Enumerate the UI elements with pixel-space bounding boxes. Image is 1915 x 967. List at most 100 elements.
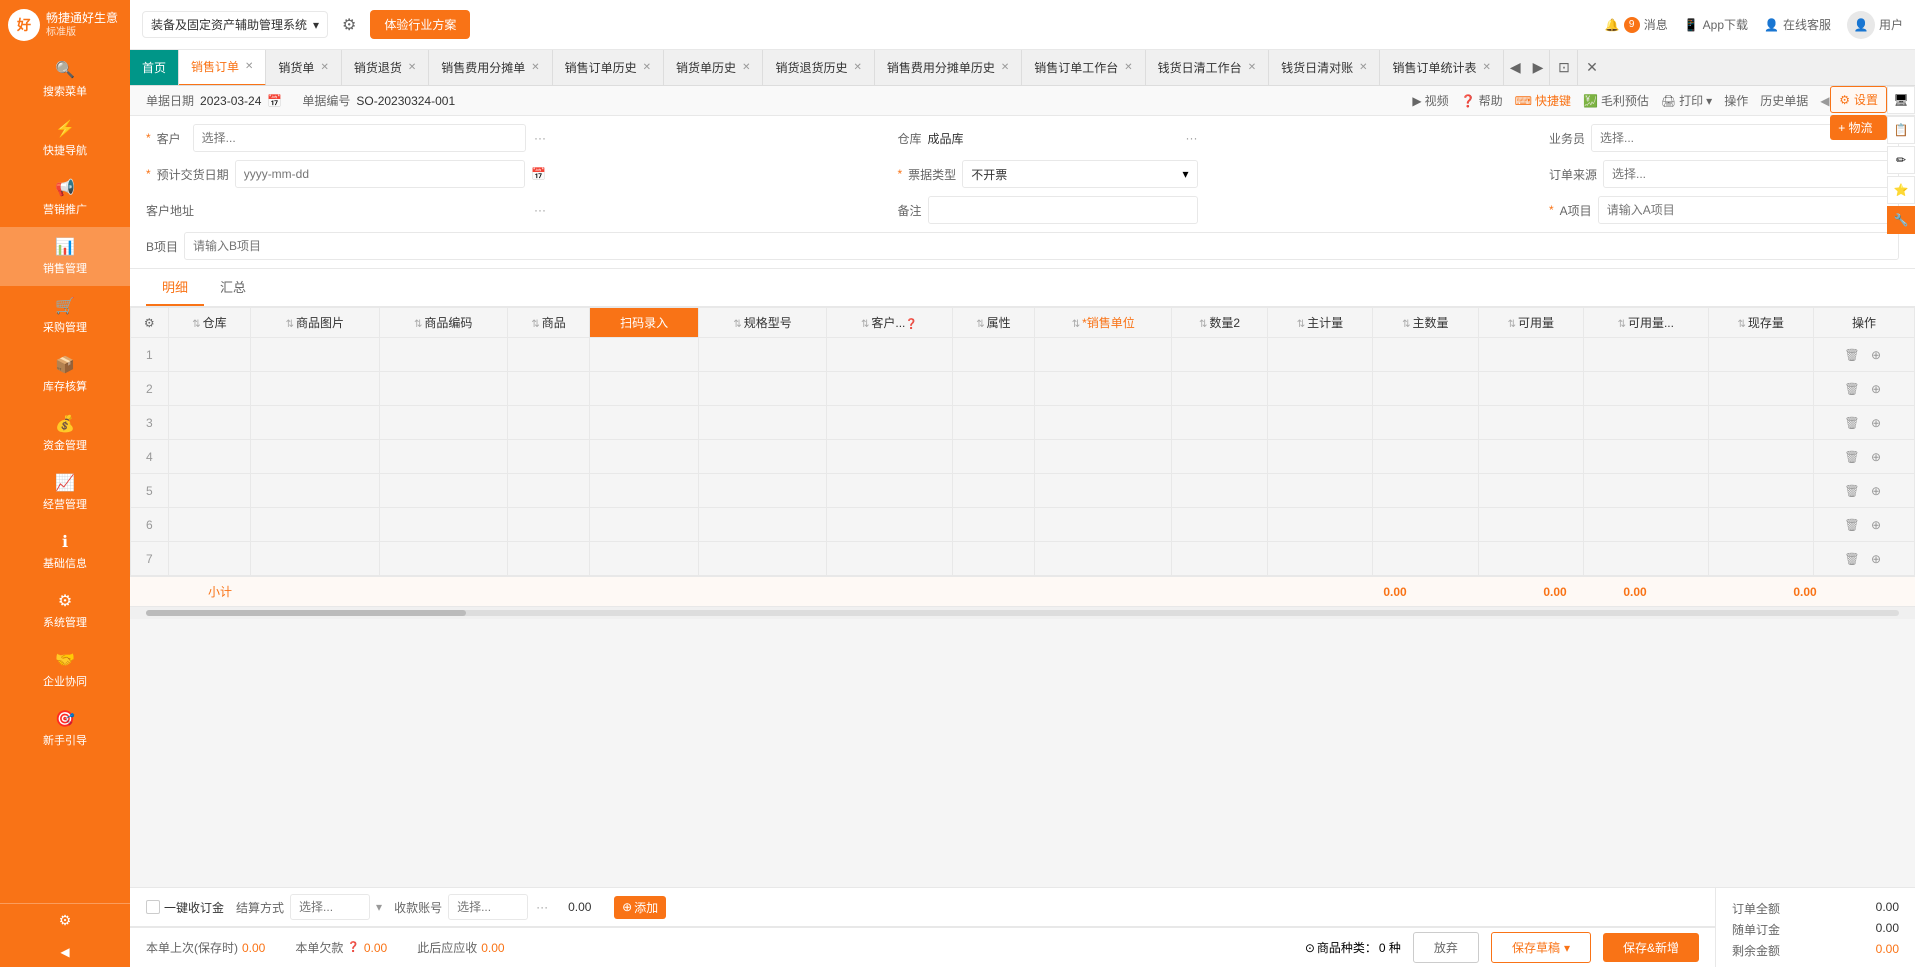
shortcut-action[interactable]: ⌨ 快捷键 bbox=[1515, 92, 1571, 109]
operation-action[interactable]: 操作 bbox=[1724, 92, 1748, 109]
notification-item[interactable]: 🔔 9 消息 bbox=[1605, 16, 1668, 33]
sidebar-item-search[interactable]: 🔍 搜索菜单 bbox=[0, 50, 130, 109]
tab-sales-order-history[interactable]: 销售订单历史 ✕ bbox=[553, 50, 664, 86]
profit-action[interactable]: 💹 毛利预估 bbox=[1583, 92, 1649, 109]
tab-close-icon[interactable]: ✕ bbox=[320, 62, 328, 73]
tab-sales-expense[interactable]: 销售费用分摊单 ✕ bbox=[429, 50, 552, 86]
row-delete-btn-5[interactable]: 🗑 bbox=[1842, 481, 1862, 501]
row-copy-btn-7[interactable]: ⊕ bbox=[1866, 549, 1886, 569]
row-copy-btn-6[interactable]: ⊕ bbox=[1866, 515, 1886, 535]
row-delete-btn-1[interactable]: 🗑 bbox=[1842, 345, 1862, 365]
tab-close-icon[interactable]: ✕ bbox=[643, 62, 651, 73]
sidebar-item-operations[interactable]: 📈 经营管理 bbox=[0, 463, 130, 522]
tab-close-icon[interactable]: ✕ bbox=[1001, 62, 1009, 73]
discard-button[interactable]: 放弃 bbox=[1413, 932, 1479, 963]
sidebar-item-sales[interactable]: 📊 销售管理 bbox=[0, 227, 130, 286]
account-more-icon[interactable]: ··· bbox=[536, 900, 548, 914]
order-source-input[interactable] bbox=[1603, 160, 1899, 188]
user-item[interactable]: 👤 用户 bbox=[1847, 11, 1903, 39]
invoice-type-select[interactable]: 不开票 ▾ bbox=[962, 160, 1197, 188]
right-panel-screen-icon[interactable]: 🖥 bbox=[1887, 86, 1915, 114]
row-copy-btn-1[interactable]: ⊕ bbox=[1866, 345, 1886, 365]
tab-nav-prev[interactable]: ◀ bbox=[1504, 50, 1527, 86]
tab-sales-return[interactable]: 销货退货 ✕ bbox=[342, 50, 429, 86]
tab-nav-next[interactable]: ▶ bbox=[1527, 50, 1550, 86]
right-panel-tool-icon[interactable]: 🔧 bbox=[1887, 206, 1915, 234]
settings-gear-icon[interactable]: ⚙ bbox=[338, 11, 360, 39]
tab-sales-order[interactable]: 销售订单 ✕ bbox=[179, 50, 266, 86]
th-scan-enter[interactable]: 扫码录入 bbox=[590, 308, 699, 338]
tab-sales-slip[interactable]: 销货单 ✕ bbox=[266, 50, 341, 86]
tab-cash-reconcile[interactable]: 钱货日清对账 ✕ bbox=[1269, 50, 1380, 86]
history-action[interactable]: 历史单据 bbox=[1760, 92, 1808, 109]
sidebar-collapse-btn[interactable]: ◀ bbox=[0, 937, 130, 967]
tab-close-icon[interactable]: ✕ bbox=[1483, 62, 1491, 73]
right-panel-star-icon[interactable]: ⭐ bbox=[1887, 176, 1915, 204]
customer-input[interactable] bbox=[193, 124, 526, 152]
add-logistics-button[interactable]: + 物流 bbox=[1830, 115, 1887, 140]
one-click-pay-checkbox[interactable]: 一键收订金 bbox=[146, 899, 224, 916]
sidebar-item-purchase[interactable]: 🛒 采购管理 bbox=[0, 286, 130, 345]
scrollbar-thumb[interactable] bbox=[146, 610, 466, 616]
settings-button[interactable]: ⚙ 设置 bbox=[1830, 86, 1887, 113]
row-copy-btn-3[interactable]: ⊕ bbox=[1866, 413, 1886, 433]
sidebar-item-basic-info[interactable]: ℹ 基础信息 bbox=[0, 522, 130, 581]
tab-expense-history[interactable]: 销售费用分摊单历史 ✕ bbox=[875, 50, 1022, 86]
tab-close-icon[interactable]: ✕ bbox=[408, 62, 416, 73]
tab-close-icon[interactable]: ✕ bbox=[1248, 62, 1256, 73]
right-panel-clipboard-icon[interactable]: 📋 bbox=[1887, 116, 1915, 144]
payment-method-dropdown[interactable]: ▾ bbox=[376, 900, 382, 914]
gear-col-icon[interactable]: ⚙ bbox=[144, 316, 155, 330]
tab-sales-workbench[interactable]: 销售订单工作台 ✕ bbox=[1022, 50, 1145, 86]
tab-detail[interactable]: 明细 bbox=[146, 269, 204, 306]
sidebar-item-finance[interactable]: 💰 资金管理 bbox=[0, 404, 130, 463]
tab-summary[interactable]: 汇总 bbox=[204, 269, 262, 306]
tab-close-icon[interactable]: ✕ bbox=[245, 61, 253, 72]
account-input[interactable] bbox=[448, 894, 528, 920]
tab-close-icon[interactable]: ✕ bbox=[742, 62, 750, 73]
tab-action-close[interactable]: ✕ bbox=[1577, 50, 1605, 86]
row-delete-btn-3[interactable]: 🗑 bbox=[1842, 413, 1862, 433]
row-copy-btn-2[interactable]: ⊕ bbox=[1866, 379, 1886, 399]
row-copy-btn-5[interactable]: ⊕ bbox=[1866, 481, 1886, 501]
tab-action-maximize[interactable]: ⊡ bbox=[1549, 50, 1577, 86]
amount-help-icon[interactable]: ❓ bbox=[347, 942, 359, 953]
save-draft-button[interactable]: 保存草稿 ▾ bbox=[1491, 932, 1591, 963]
industry-solution-button[interactable]: 体验行业方案 bbox=[370, 10, 470, 39]
app-selector[interactable]: 装备及固定资产辅助管理系统 ▾ bbox=[142, 11, 328, 38]
sidebar-item-quick-nav[interactable]: ⚡ 快捷导航 bbox=[0, 109, 130, 168]
sidebar-item-system[interactable]: ⚙ 系统管理 bbox=[0, 581, 130, 640]
row-delete-btn-6[interactable]: 🗑 bbox=[1842, 515, 1862, 535]
view-action[interactable]: ▶ 视频 bbox=[1412, 92, 1448, 109]
row-delete-btn-4[interactable]: 🗑 bbox=[1842, 447, 1862, 467]
calendar2-icon[interactable]: 📅 bbox=[531, 167, 546, 181]
sidebar-item-inventory[interactable]: 📦 库存核算 bbox=[0, 345, 130, 404]
sidebar-settings[interactable]: ⚙ bbox=[0, 904, 130, 937]
th-gear[interactable]: ⚙ bbox=[131, 308, 169, 338]
payment-method-select[interactable] bbox=[290, 894, 370, 920]
b-project-input[interactable] bbox=[184, 232, 1899, 260]
tab-cash-workbench[interactable]: 钱货日清工作台 ✕ bbox=[1146, 50, 1269, 86]
address-more-icon[interactable]: ··· bbox=[534, 203, 546, 217]
row-delete-btn-2[interactable]: 🗑 bbox=[1842, 379, 1862, 399]
row-delete-btn-7[interactable]: 🗑 bbox=[1842, 549, 1862, 569]
tab-return-history[interactable]: 销货退货历史 ✕ bbox=[763, 50, 874, 86]
print-action[interactable]: 🖨 打印 ▾ bbox=[1661, 92, 1712, 109]
nav-prev-icon[interactable]: ◀ bbox=[1820, 94, 1829, 108]
tab-close-icon[interactable]: ✕ bbox=[1124, 62, 1132, 73]
expected-date-input[interactable] bbox=[235, 160, 525, 188]
online-service-item[interactable]: 👤 在线客服 bbox=[1764, 16, 1831, 33]
save-new-button[interactable]: 保存&新增 bbox=[1603, 933, 1699, 962]
tab-home[interactable]: 首页 bbox=[130, 50, 179, 86]
a-project-input[interactable] bbox=[1598, 196, 1899, 224]
customer-more-icon[interactable]: ··· bbox=[534, 131, 546, 145]
add-button[interactable]: ⊕ 添加 bbox=[614, 896, 666, 919]
sidebar-item-enterprise[interactable]: 🤝 企业协同 bbox=[0, 640, 130, 699]
calendar-icon[interactable]: 📅 bbox=[267, 94, 282, 108]
horizontal-scrollbar[interactable] bbox=[130, 607, 1915, 619]
note-input[interactable] bbox=[928, 196, 1198, 224]
row-copy-btn-4[interactable]: ⊕ bbox=[1866, 447, 1886, 467]
tab-close-icon[interactable]: ✕ bbox=[531, 62, 539, 73]
tab-sales-stats[interactable]: 销售订单统计表 ✕ bbox=[1380, 50, 1503, 86]
help-action[interactable]: ❓ 帮助 bbox=[1461, 92, 1503, 109]
